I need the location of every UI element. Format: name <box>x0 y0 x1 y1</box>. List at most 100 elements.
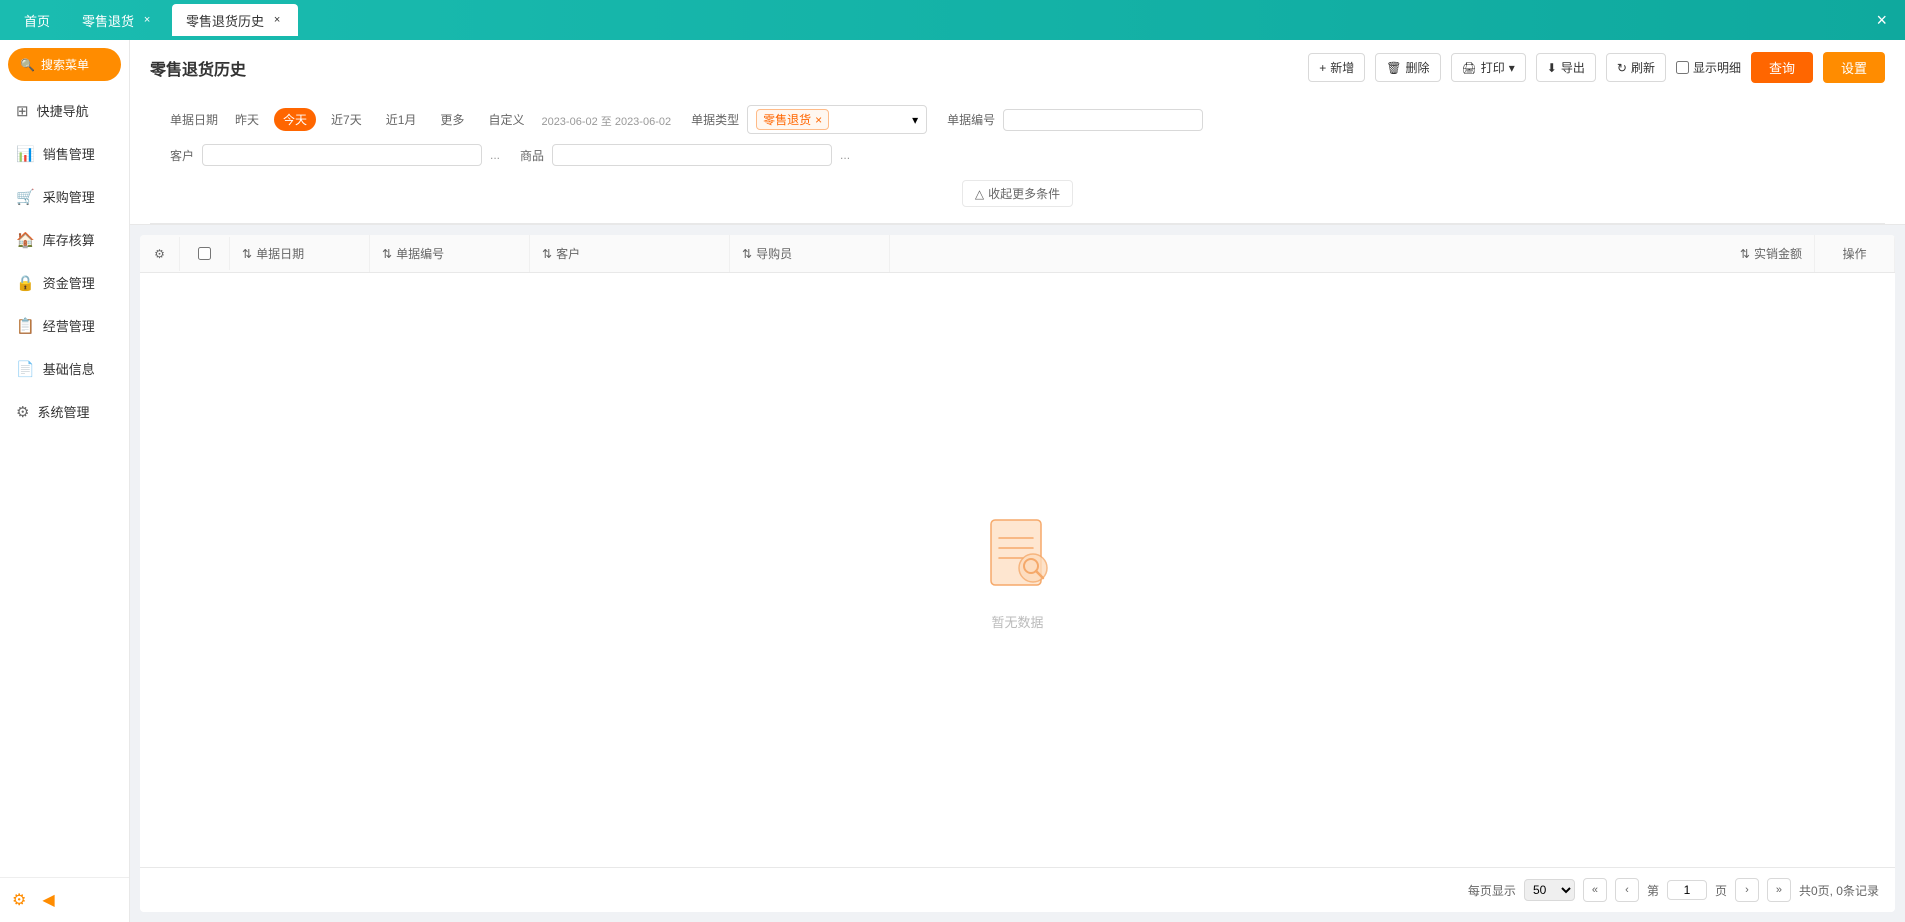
tab-retail-return-label: 零售退货 <box>82 11 134 30</box>
new-label: 新增 <box>1330 59 1354 76</box>
filter-row-1: 单据日期 昨天 今天 近7天 近1月 更多 自定义 2023-06-02 至 2… <box>170 105 1865 134</box>
sidebar-item-operation-label: 经营管理 <box>43 316 95 335</box>
delete-button[interactable]: 🗑 删除 <box>1375 53 1440 82</box>
goods-input[interactable] <box>552 144 832 166</box>
page-number-input[interactable] <box>1667 880 1707 900</box>
window-close-button[interactable]: × <box>1868 10 1895 31</box>
basic-info-icon: 📄 <box>16 360 35 378</box>
sidebar-item-operation[interactable]: 📋 经营管理 <box>0 304 129 347</box>
filter-order-no: 单据编号 <box>947 109 1203 131</box>
th-order-no-sort-icon: ⇅ <box>382 247 392 261</box>
sidebar-item-inventory[interactable]: 🏠 库存核算 <box>0 218 129 261</box>
display-checkbox[interactable] <box>1676 61 1689 74</box>
order-no-label: 单据编号 <box>947 111 995 128</box>
sidebar-item-sales-mgmt[interactable]: 📊 销售管理 <box>0 132 129 175</box>
sidebar-search[interactable]: 🔍 搜索菜单 <box>8 48 121 81</box>
sidebar-footer: ⚙ ◀ <box>0 877 129 922</box>
tab-retail-return-history-label: 零售退货历史 <box>186 11 264 30</box>
th-guide[interactable]: ⇅ 导购员 <box>730 235 890 272</box>
new-icon: + <box>1319 61 1326 75</box>
last-page-button[interactable]: » <box>1767 878 1791 902</box>
collapse-button[interactable]: △ 收起更多条件 <box>962 180 1073 207</box>
sidebar-item-quick-nav[interactable]: ⊞ 快捷导航 <box>0 89 129 132</box>
sidebar-collapse-icon[interactable]: ◀ <box>42 890 54 910</box>
sidebar-item-purchase-mgmt[interactable]: 🛒 采购管理 <box>0 175 129 218</box>
finance-icon: 🔒 <box>16 274 35 292</box>
th-order-no[interactable]: ⇅ 单据编号 <box>370 235 530 272</box>
setting-button[interactable]: 设置 <box>1823 52 1885 83</box>
system-icon: ⚙ <box>16 403 29 421</box>
th-amount[interactable]: ⇅ 实销金额 <box>890 235 1815 272</box>
date-btn-yesterday[interactable]: 昨天 <box>226 108 268 131</box>
date-btn-more[interactable]: 更多 <box>431 108 473 131</box>
tab-home[interactable]: 首页 <box>10 4 64 36</box>
date-btn-today[interactable]: 今天 <box>274 108 316 131</box>
query-button[interactable]: 查询 <box>1751 52 1813 83</box>
tab-retail-return-history[interactable]: 零售退货历史 × <box>172 4 298 36</box>
operation-icon: 📋 <box>16 317 35 335</box>
th-amount-sort-icon: ⇅ <box>1740 247 1750 261</box>
th-customer-label: 客户 <box>556 245 580 262</box>
refresh-label: 刷新 <box>1631 59 1655 76</box>
page-title-bar: 零售退货历史 + 新增 🗑 删除 🖨 打印 ▾ <box>150 52 1885 93</box>
collapse-row: △ 收起更多条件 <box>170 176 1865 211</box>
column-setting-icon[interactable]: ⚙ <box>154 247 165 261</box>
tab-retail-return-close[interactable]: × <box>140 13 154 27</box>
toolbar: + 新增 🗑 删除 🖨 打印 ▾ ⬇ 导出 <box>1308 52 1885 83</box>
th-date-label: 单据日期 <box>256 245 304 262</box>
customer-input[interactable] <box>202 144 482 166</box>
page-title: 零售退货历史 <box>150 56 246 80</box>
date-btn-1month[interactable]: 近1月 <box>377 108 426 131</box>
empty-state: 暂无数据 <box>140 273 1895 867</box>
filter-row-2: 客户 ... 商品 ... <box>170 144 1865 166</box>
th-guide-sort-icon: ⇅ <box>742 247 752 261</box>
display-toggle[interactable]: 显示明细 <box>1676 59 1741 76</box>
tab-retail-return[interactable]: 零售退货 × <box>68 4 168 36</box>
inventory-icon: 🏠 <box>16 231 35 249</box>
type-label: 单据类型 <box>691 111 739 128</box>
purchase-icon: 🛒 <box>16 188 35 206</box>
next-page-button[interactable]: › <box>1735 878 1759 902</box>
sidebar-item-system-mgmt[interactable]: ⚙ 系统管理 <box>0 390 129 433</box>
search-icon: 🔍 <box>20 58 35 72</box>
print-icon: 🖨 <box>1462 61 1477 75</box>
date-btn-7days[interactable]: 近7天 <box>322 108 371 131</box>
th-checkbox[interactable] <box>180 237 230 270</box>
th-order-no-label: 单据编号 <box>396 245 444 262</box>
prev-page-button[interactable]: ‹ <box>1615 878 1639 902</box>
tab-home-label: 首页 <box>24 11 50 30</box>
page-label: 第 <box>1647 882 1659 899</box>
refresh-button[interactable]: ↻ 刷新 <box>1606 53 1666 82</box>
th-date[interactable]: ⇅ 单据日期 <box>230 235 370 272</box>
empty-text: 暂无数据 <box>991 612 1043 631</box>
page-size-select[interactable]: 50 10 20 100 <box>1524 879 1575 901</box>
date-label: 单据日期 <box>170 111 218 128</box>
select-all-checkbox[interactable] <box>198 247 211 260</box>
tab-retail-return-history-close[interactable]: × <box>270 13 284 27</box>
new-button[interactable]: + 新增 <box>1308 53 1365 82</box>
sales-icon: 📊 <box>16 145 35 163</box>
main-content: 零售退货历史 + 新增 🗑 删除 🖨 打印 ▾ <box>130 40 1905 922</box>
customer-label: 客户 <box>170 147 194 164</box>
first-page-button[interactable]: « <box>1583 878 1607 902</box>
sidebar-item-basic-info[interactable]: 📄 基础信息 <box>0 347 129 390</box>
table-container: ⚙ ⇅ 单据日期 ⇅ 单据编号 ⇅ 客户 ⇅ <box>140 235 1895 912</box>
quick-nav-icon: ⊞ <box>16 102 29 120</box>
page-unit: 页 <box>1715 882 1727 899</box>
total-label: 共0页, 0条记录 <box>1799 882 1879 899</box>
sidebar-setting-icon[interactable]: ⚙ <box>12 890 26 910</box>
date-btn-custom[interactable]: 自定义 <box>479 108 533 131</box>
goods-more-icon[interactable]: ... <box>840 148 850 162</box>
type-tag-close[interactable]: × <box>815 113 822 127</box>
export-button[interactable]: ⬇ 导出 <box>1536 53 1596 82</box>
sidebar-item-finance[interactable]: 🔒 资金管理 <box>0 261 129 304</box>
pagination: 每页显示 50 10 20 100 « ‹ 第 页 › » 共0页, 0条记录 <box>140 867 1895 912</box>
type-select[interactable]: 零售退货 × ▾ <box>747 105 927 134</box>
customer-more-icon[interactable]: ... <box>490 148 500 162</box>
th-setting[interactable]: ⚙ <box>140 237 180 271</box>
print-label: 打印 <box>1481 59 1505 76</box>
print-button[interactable]: 🖨 打印 ▾ <box>1451 53 1526 82</box>
order-no-input[interactable] <box>1003 109 1203 131</box>
sidebar-item-basic-info-label: 基础信息 <box>43 359 95 378</box>
th-customer[interactable]: ⇅ 客户 <box>530 235 730 272</box>
